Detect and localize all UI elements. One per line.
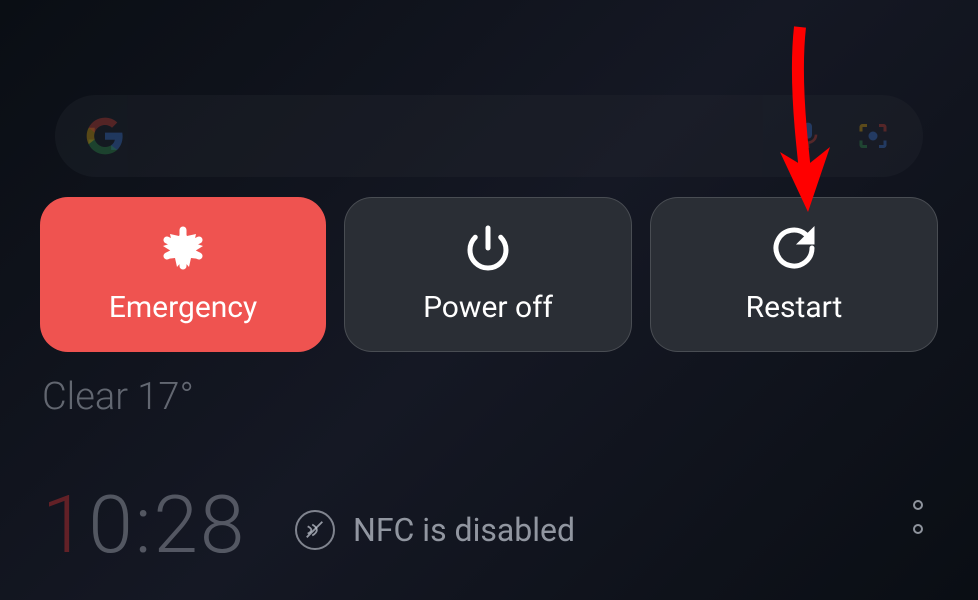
mic-icon[interactable]	[788, 116, 828, 156]
restart-label: Restart	[746, 290, 843, 325]
weather-status: Clear 17°	[42, 375, 194, 419]
google-logo-icon	[85, 116, 125, 156]
power-menu: Emergency Power off Restart	[40, 197, 938, 352]
nfc-disabled-icon	[295, 510, 335, 550]
power-off-button[interactable]: Power off	[344, 197, 632, 352]
power-off-label: Power off	[423, 290, 553, 325]
emergency-label: Emergency	[109, 290, 257, 325]
power-off-icon	[464, 224, 512, 272]
google-lens-icon[interactable]	[853, 116, 893, 156]
restart-button[interactable]: Restart	[650, 197, 938, 352]
emergency-icon	[159, 224, 207, 272]
emergency-button[interactable]: Emergency	[40, 197, 326, 352]
restart-icon	[770, 224, 818, 272]
clock-display: 10:28	[42, 478, 246, 572]
google-search-bar[interactable]	[55, 95, 923, 177]
nfc-status-text: NFC is disabled	[353, 511, 575, 549]
nfc-status[interactable]: NFC is disabled	[295, 510, 575, 550]
more-options-button[interactable]	[913, 500, 923, 534]
